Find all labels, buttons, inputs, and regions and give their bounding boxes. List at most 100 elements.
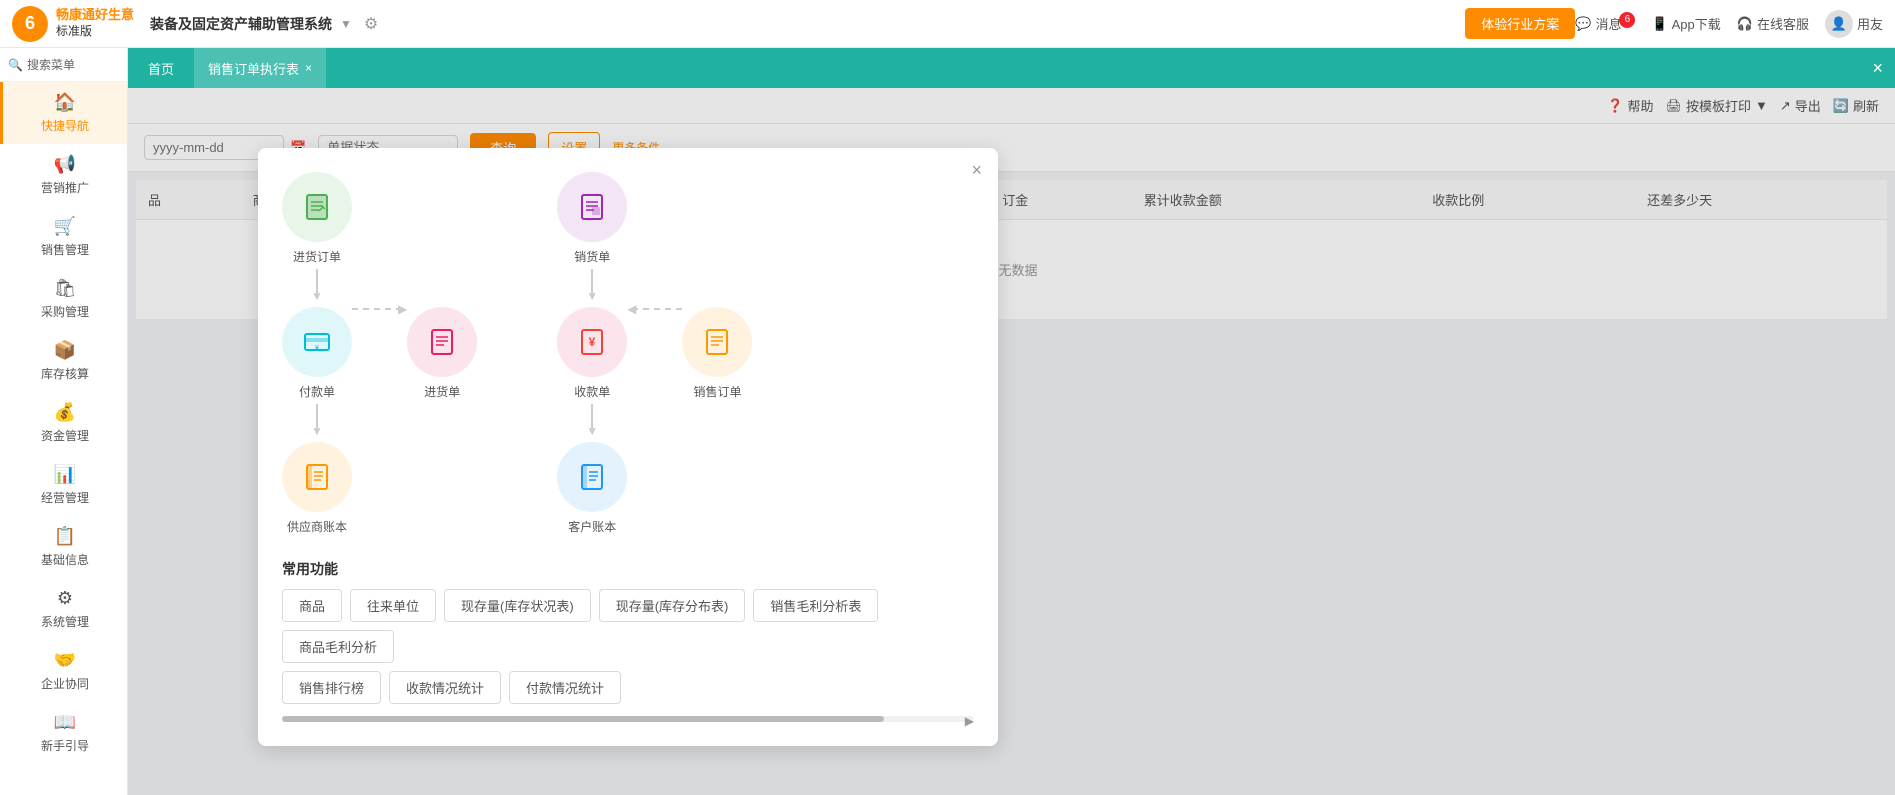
- sidebar: 🔍 搜索菜单 🏠 快捷导航 📢 营销推广 🛒 销售管理 🛍 采购管理 📦: [0, 48, 128, 795]
- arrow-down-2: ▼: [311, 404, 323, 438]
- user-menu-button[interactable]: 👤 用友: [1825, 10, 1883, 38]
- h-arrow-1: ▶: [352, 302, 407, 406]
- close-all-tabs-icon[interactable]: ×: [1872, 58, 1883, 79]
- system-icon: ⚙: [57, 588, 73, 609]
- purchase-bill-node[interactable]: 进货单: [407, 307, 477, 400]
- customer-ledger-circle: [557, 442, 627, 512]
- popup-scrollbar[interactable]: ▶: [282, 716, 974, 722]
- sidebar-item-system[interactable]: ⚙ 系统管理: [0, 578, 127, 640]
- online-service-button[interactable]: 🎧 在线客服: [1737, 14, 1809, 33]
- purchase-order-circle: [282, 172, 352, 242]
- purchase-icon: 🛍: [54, 278, 77, 299]
- common-functions: 常用功能 商品 往来单位 现存量(库存状况表) 现存量(库存分布表) 销售毛利分…: [282, 559, 974, 704]
- operations-icon: 📊: [54, 464, 76, 485]
- svg-text:¥: ¥: [315, 345, 319, 352]
- supplier-ledger-node[interactable]: 供应商账本: [282, 442, 352, 535]
- tab-close-icon[interactable]: ×: [305, 61, 312, 75]
- headset-icon: 🎧: [1737, 16, 1753, 32]
- sidebar-item-operations[interactable]: 📊 经营管理: [0, 454, 127, 516]
- download-icon: 📱: [1651, 16, 1667, 32]
- sales-bill-node[interactable]: 销货单: [557, 172, 627, 265]
- arrow-down-4: ▼: [586, 404, 598, 438]
- func-btn-goods-profit[interactable]: 商品毛利分析: [282, 630, 394, 663]
- func-btn-payment-stats[interactable]: 付款情况统计: [509, 671, 621, 704]
- mid-left-flow-col: 进货单: [407, 307, 477, 400]
- page-content: ❓ 帮助 🖨 按模板打印 ▼ ↗ 导出 🔄 刷新: [128, 88, 1895, 795]
- system-dropdown-icon[interactable]: ▼: [340, 17, 352, 31]
- payment-node[interactable]: ¥ 付款单: [282, 307, 352, 400]
- sidebar-item-quick-nav[interactable]: 🏠 快捷导航: [0, 82, 127, 144]
- sidebar-item-inventory[interactable]: 📦 库存核算: [0, 330, 127, 392]
- purchase-order-node[interactable]: 进货订单: [282, 172, 352, 265]
- sidebar-item-purchase[interactable]: 🛍 采购管理: [0, 268, 127, 330]
- sales-bill-circle: [557, 172, 627, 242]
- sidebar-item-sales[interactable]: 🛒 销售管理: [0, 206, 127, 268]
- customer-ledger-node[interactable]: 客户账本: [557, 442, 627, 535]
- gear-icon[interactable]: ⚙: [360, 10, 382, 38]
- sidebar-item-guide[interactable]: 📖 新手引导: [0, 702, 127, 764]
- system-title: 装备及固定资产辅助管理系统 ▼ ⚙: [150, 10, 1465, 38]
- popup-scrollbar-thumb: [282, 716, 884, 722]
- system-name-label: 装备及固定资产辅助管理系统: [150, 14, 332, 34]
- tab-bar: 首页 销售订单执行表 × ×: [128, 48, 1895, 88]
- search-menu-button[interactable]: 🔍 搜索菜单: [0, 48, 127, 82]
- purchase-bill-circle: [407, 307, 477, 377]
- payment-circle: ¥: [282, 307, 352, 377]
- popup-overlay[interactable]: ×: [128, 88, 1895, 795]
- arrow-down-3: ▼: [586, 269, 598, 303]
- scroll-right-arrow[interactable]: ▶: [965, 714, 974, 728]
- avatar: 👤: [1825, 10, 1853, 38]
- quick-nav-popup: ×: [258, 148, 998, 746]
- trial-button[interactable]: 体验行业方案: [1465, 8, 1575, 39]
- message-badge: 6: [1619, 12, 1635, 28]
- top-bar: 6 畅康通好生意 标准版 装备及固定资产辅助管理系统 ▼ ⚙ 体验行业方案 💬 …: [0, 0, 1895, 48]
- logo-area: 6 畅康通好生意 标准版: [12, 6, 134, 42]
- app-download-button[interactable]: 📱 App下载: [1651, 14, 1720, 33]
- func-btn-stock-status[interactable]: 现存量(库存状况表): [444, 589, 591, 622]
- func-btn-sales-rank[interactable]: 销售排行榜: [282, 671, 381, 704]
- common-functions-title: 常用功能: [282, 559, 974, 579]
- main-area: 🔍 搜索菜单 🏠 快捷导航 📢 营销推广 🛒 销售管理 🛍 采购管理 📦: [0, 48, 1895, 795]
- search-icon: 🔍: [8, 58, 23, 72]
- enterprise-icon: 🤝: [54, 650, 76, 671]
- arrow-down-1: ▼: [311, 269, 323, 303]
- svg-text:¥: ¥: [589, 335, 596, 349]
- app-wrapper: 6 畅康通好生意 标准版 装备及固定资产辅助管理系统 ▼ ⚙ 体验行业方案 💬 …: [0, 0, 1895, 795]
- tab-home[interactable]: 首页: [128, 48, 194, 88]
- func-buttons-row2: 销售排行榜 收款情况统计 付款情况统计: [282, 671, 974, 704]
- sales-icon: 🛒: [54, 216, 76, 237]
- top-right-area: 💬 消息 6 📱 App下载 🎧 在线客服 👤 用友: [1575, 10, 1883, 38]
- sidebar-item-marketing[interactable]: 📢 营销推广: [0, 144, 127, 206]
- right-flow-col: 销售订单: [682, 307, 752, 400]
- receipt-circle: ¥: [557, 307, 627, 377]
- logo-text: 畅康通好生意 标准版: [56, 7, 134, 39]
- func-buttons-row1: 商品 往来单位 现存量(库存状况表) 现存量(库存分布表) 销售毛利分析表 商品…: [282, 589, 974, 663]
- sidebar-item-basic-info[interactable]: 📋 基础信息: [0, 516, 127, 578]
- mid-right-flow-col: 销货单 ▼: [557, 172, 627, 535]
- supplier-ledger-circle: [282, 442, 352, 512]
- tab-sales-order[interactable]: 销售订单执行表 ×: [194, 48, 326, 88]
- sidebar-item-enterprise[interactable]: 🤝 企业协同: [0, 640, 127, 702]
- h-arrow-2: ◀: [627, 302, 682, 406]
- sidebar-item-finance[interactable]: 💰 资金管理: [0, 392, 127, 454]
- func-btn-contacts[interactable]: 往来单位: [350, 589, 436, 622]
- basic-info-icon: 📋: [54, 526, 76, 547]
- sales-order-circle: [682, 307, 752, 377]
- marketing-icon: 📢: [54, 154, 76, 175]
- sales-order-node[interactable]: 销售订单: [682, 307, 752, 400]
- receipt-node[interactable]: ¥ 收款单: [557, 307, 627, 400]
- message-icon: 💬: [1575, 16, 1591, 32]
- message-button[interactable]: 💬 消息 6: [1575, 14, 1635, 33]
- popup-close-button[interactable]: ×: [971, 160, 982, 181]
- guide-icon: 📖: [54, 712, 76, 733]
- left-flow-col: 进货订单 ▼: [282, 172, 352, 535]
- inventory-icon: 📦: [54, 340, 76, 361]
- content-area: 首页 销售订单执行表 × × ❓ 帮助 🖨 按: [128, 48, 1895, 795]
- home-icon: 🏠: [54, 92, 76, 113]
- func-btn-goods[interactable]: 商品: [282, 589, 342, 622]
- logo-icon: 6: [12, 6, 48, 42]
- func-btn-sales-profit[interactable]: 销售毛利分析表: [753, 589, 878, 622]
- func-btn-stock-dist[interactable]: 现存量(库存分布表): [599, 589, 746, 622]
- func-btn-receipt-stats[interactable]: 收款情况统计: [389, 671, 501, 704]
- finance-icon: 💰: [54, 402, 76, 423]
